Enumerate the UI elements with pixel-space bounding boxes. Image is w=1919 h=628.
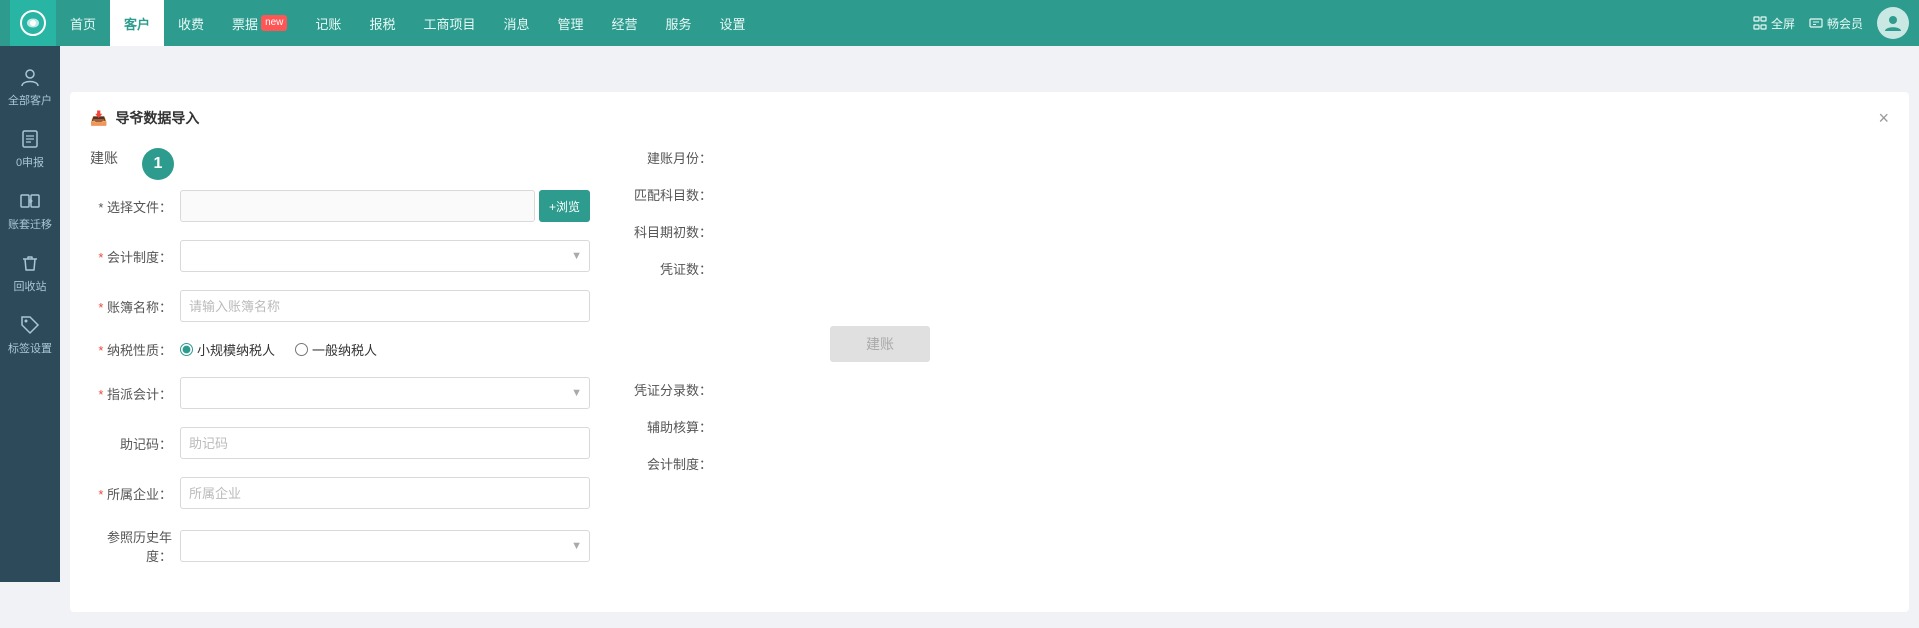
sidebar-label: 标签设置 [8, 340, 52, 356]
company-row: 所属企业： [90, 477, 590, 509]
right-match-label: 匹配科目数： [630, 185, 720, 204]
form-layout: 建账 1 * 选择文件： +浏览 会计制度： [90, 148, 1889, 583]
right-accounting-system-label: 会计制度： [630, 454, 720, 473]
member-button[interactable]: 畅会员 [1809, 15, 1863, 32]
tax-general-input[interactable] [295, 343, 308, 356]
sidebar-item-trash[interactable]: 回收站 [0, 242, 60, 304]
file-label: * 选择文件： [90, 197, 180, 216]
accountant-select-wrap: ▼ [180, 377, 590, 409]
page-title-icon: 📥 [90, 110, 107, 127]
ledger-label: 账簿名称： [90, 297, 180, 316]
tax-row: 纳税性质： 小规模纳税人 一般纳税人 [90, 340, 590, 359]
right-voucher-label: 凭证数： [630, 259, 720, 278]
accountant-select[interactable] [180, 377, 590, 409]
nav-item-tax[interactable]: 报税 [355, 0, 409, 46]
member-label: 畅会员 [1827, 15, 1863, 32]
nav-item-invoice[interactable]: 票据 new [218, 0, 301, 46]
nav-item-service[interactable]: 服务 [652, 0, 706, 46]
nav-item-fee[interactable]: 收费 [164, 0, 218, 46]
new-badge: new [261, 15, 287, 31]
nav-item-business[interactable]: 工商项目 [409, 0, 489, 46]
right-voucher-entries-row: 凭证分录数： [630, 380, 930, 399]
tax-general-label: 一般纳税人 [312, 340, 377, 359]
form-left: 建账 1 * 选择文件： +浏览 会计制度： [90, 148, 590, 583]
history-select[interactable] [180, 530, 590, 562]
right-voucher-entries-label: 凭证分录数： [630, 380, 720, 399]
ledger-row: 账簿名称： [90, 290, 590, 322]
sidebar-item-declare[interactable]: 0申报 [0, 118, 60, 180]
topnav-right: 全屏 畅会员 [1753, 7, 1909, 39]
history-label: 参照历史年度： [90, 527, 180, 565]
form-right: 建账月份： 匹配科目数： 科目期初数： 凭证数： 建账 [630, 148, 930, 583]
logo[interactable] [10, 0, 56, 46]
sidebar-label: 0申报 [16, 154, 44, 170]
tax-label: 纳税性质： [90, 340, 180, 359]
sidebar-label: 全部客户 [8, 92, 52, 108]
tax-small-radio[interactable]: 小规模纳税人 [180, 340, 275, 359]
file-row: * 选择文件： +浏览 [90, 190, 590, 222]
sidebar-item-migrate[interactable]: 账套迁移 [0, 180, 60, 242]
sidebar-item-tags[interactable]: 标签设置 [0, 304, 60, 366]
accounting-select[interactable] [180, 240, 590, 272]
tax-small-label: 小规模纳税人 [197, 340, 275, 359]
memo-label: 助记码： [90, 434, 180, 453]
tax-radio-group: 小规模纳税人 一般纳税人 [180, 340, 590, 359]
fullscreen-label: 全屏 [1771, 15, 1795, 32]
top-navigation: 首页 客户 收费 票据 new 记账 报税 工商项目 消息 管理 经营 服务 设… [0, 0, 1919, 46]
sidebar-label: 回收站 [14, 278, 47, 294]
page-title: 📥 导爷数据导入 [90, 108, 1889, 128]
right-auxiliary-label: 辅助核算： [630, 417, 720, 436]
sidebar-item-all-clients[interactable]: 全部客户 [0, 56, 60, 118]
nav-item-client[interactable]: 客户 [110, 0, 164, 46]
right-match-row: 匹配科目数： [630, 185, 930, 204]
avatar[interactable] [1877, 7, 1909, 39]
fullscreen-button[interactable]: 全屏 [1753, 15, 1795, 32]
accounting-select-wrap: ▼ [180, 240, 590, 272]
company-label: 所属企业： [90, 484, 180, 503]
sidebar-label: 账套迁移 [8, 216, 52, 232]
memo-row: 助记码： [90, 427, 590, 459]
right-accounting-system-row: 会计制度： [630, 454, 930, 473]
right-month-label: 建账月份： [630, 148, 720, 167]
history-row: 参照历史年度： ▼ [90, 527, 590, 565]
nav-item-manage[interactable]: 管理 [543, 0, 597, 46]
nav-item-bookkeeping[interactable]: 记账 [301, 0, 355, 46]
nav-item-message[interactable]: 消息 [489, 0, 543, 46]
step-label: 建账 [90, 148, 118, 168]
accountant-row: 指派会计： ▼ [90, 377, 590, 409]
sidebar: 全部客户 0申报 账套迁移 回收站 标签设置 [0, 46, 60, 582]
nav-menu: 首页 客户 收费 票据 new 记账 报税 工商项目 消息 管理 经营 服务 设… [56, 0, 760, 46]
ledger-input[interactable] [180, 290, 590, 322]
build-account-button[interactable]: 建账 [830, 326, 930, 362]
right-period-row: 科目期初数： [630, 222, 930, 241]
nav-item-home[interactable]: 首页 [56, 0, 110, 46]
file-input-group: +浏览 [180, 190, 590, 222]
browse-button[interactable]: +浏览 [539, 190, 590, 222]
right-auxiliary-row: 辅助核算： [630, 417, 930, 436]
main-content: 📥 导爷数据导入 × 建账 1 * 选择文件： +浏览 [60, 92, 1919, 628]
history-select-wrap: ▼ [180, 530, 590, 562]
nav-item-operation[interactable]: 经营 [598, 0, 652, 46]
tax-small-input[interactable] [180, 343, 193, 356]
page-container: 📥 导爷数据导入 × 建账 1 * 选择文件： +浏览 [70, 92, 1909, 612]
right-month-row: 建账月份： [630, 148, 930, 167]
step-circle: 1 [142, 148, 174, 180]
close-button[interactable]: × [1878, 108, 1889, 129]
right-voucher-row: 凭证数： [630, 259, 930, 278]
accounting-label: 会计制度： [90, 247, 180, 266]
page-title-text: 导爷数据导入 [115, 108, 199, 128]
company-input[interactable] [180, 477, 590, 509]
nav-item-settings[interactable]: 设置 [706, 0, 760, 46]
accountant-label: 指派会计： [90, 384, 180, 403]
file-input[interactable] [180, 190, 535, 222]
memo-input[interactable] [180, 427, 590, 459]
right-period-label: 科目期初数： [630, 222, 720, 241]
step-indicator: 建账 1 [90, 148, 590, 180]
tax-general-radio[interactable]: 一般纳税人 [295, 340, 377, 359]
accounting-row: 会计制度： ▼ [90, 240, 590, 272]
